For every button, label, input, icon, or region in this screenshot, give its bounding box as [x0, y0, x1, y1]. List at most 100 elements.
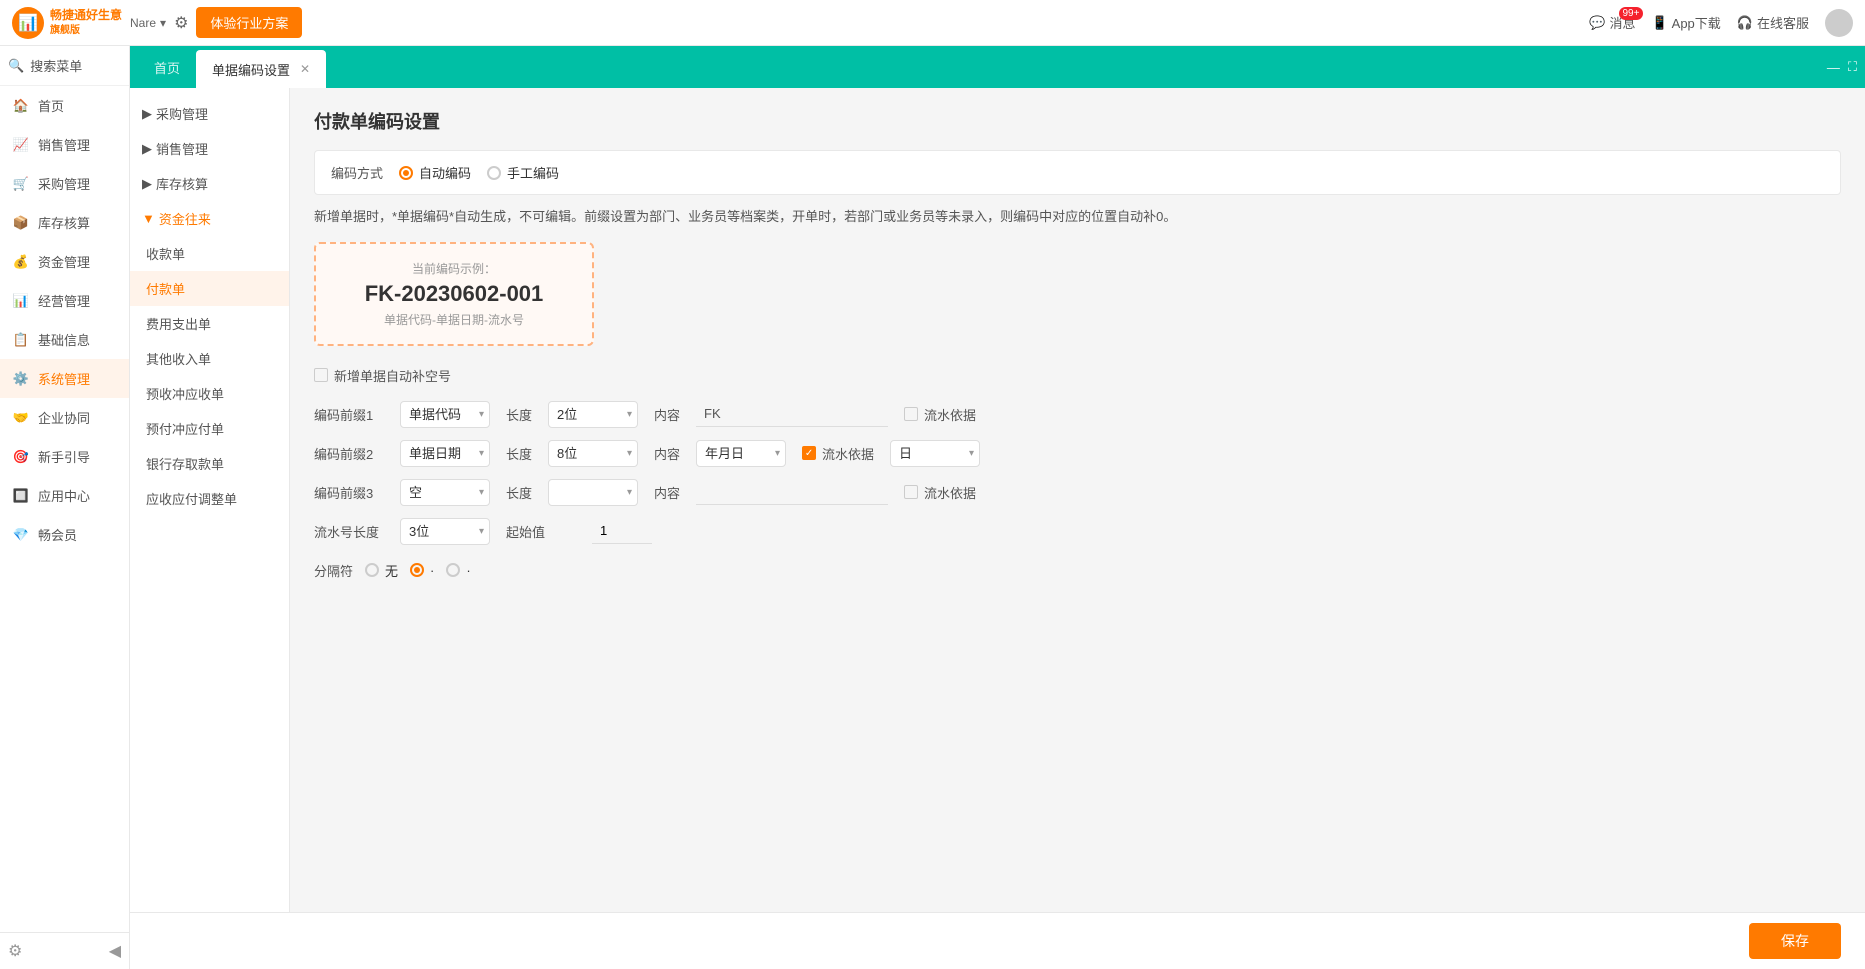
form-section: 编码前缀1 单据代码 ▾ 长度 2位 ▾: [314, 401, 1841, 580]
prefix-select-input-2[interactable]: 单据日期: [400, 440, 490, 467]
sidebar-bottom: ⚙ ◀: [0, 932, 129, 969]
submenu-item-receipt[interactable]: 收款单: [130, 236, 289, 271]
length-select-2[interactable]: 8位 ▾: [548, 440, 638, 467]
online-service-button[interactable]: 🎧 在线客服: [1737, 13, 1809, 32]
submenu-item-prepay-pay[interactable]: 预付冲应付单: [130, 411, 289, 446]
basic-icon: 📋: [12, 331, 30, 349]
submenu-group-inventory[interactable]: ▶ 库存核算: [130, 166, 289, 201]
start-value-input[interactable]: [592, 518, 652, 544]
prefix-select-2[interactable]: 单据日期 ▾: [400, 440, 490, 467]
submenu-item-ap-adjust[interactable]: 应收应付调整单: [130, 481, 289, 516]
trial-button[interactable]: 体验行业方案: [196, 7, 302, 38]
prefix-select-input-3[interactable]: 空: [400, 479, 490, 506]
stream-cb-2: ✓ 流水依据: [802, 444, 874, 463]
submenu-group-sales[interactable]: ▶ 销售管理: [130, 131, 289, 166]
length-select-3[interactable]: ▾: [548, 479, 638, 506]
app-download-button[interactable]: 📱 App下载: [1651, 13, 1720, 32]
home-icon: 🏠: [12, 97, 30, 115]
separator-dash-radio[interactable]: ·: [410, 563, 434, 578]
length-select-input-2[interactable]: 8位: [548, 440, 638, 467]
sidebar-item-enterprise[interactable]: 🤝 企业协同: [0, 398, 129, 437]
sidebar-item-operations[interactable]: 📊 经营管理: [0, 281, 129, 320]
stream-period-input[interactable]: 日 月 年: [890, 440, 980, 467]
content-label-1: 内容: [654, 405, 680, 424]
submenu-item-expense[interactable]: 费用支出单: [130, 306, 289, 341]
sidebar-item-home[interactable]: 🏠 首页: [0, 86, 129, 125]
submenu-item-income[interactable]: 其他收入单: [130, 341, 289, 376]
separator-dot-radio[interactable]: ·: [446, 563, 470, 578]
sidebar-item-system[interactable]: ⚙️ 系统管理: [0, 359, 129, 398]
stream-checkbox-1[interactable]: [904, 407, 918, 421]
messages-badge: 99+: [1619, 7, 1644, 20]
sidebar-item-appstore[interactable]: 🔲 应用中心: [0, 476, 129, 515]
top-header: 📊 畅捷通好生意 旗舰版 Nare ▾ ⚙ 体验行业方案 💬 消息 99+ 📱 …: [0, 0, 1865, 46]
stream-period-select[interactable]: 日 月 年 ▾: [890, 440, 980, 467]
chevron-down-icon-2: ▼: [142, 211, 155, 226]
stream-checkbox-3[interactable]: [904, 485, 918, 499]
prefix-select-input-1[interactable]: 单据代码: [400, 401, 490, 428]
prefix-select-1[interactable]: 单据代码 ▾: [400, 401, 490, 428]
auto-encode-circle: [399, 166, 413, 180]
search-icon: 🔍: [8, 58, 24, 74]
settings-bottom-icon[interactable]: ⚙: [8, 941, 22, 961]
user-avatar[interactable]: [1825, 9, 1853, 37]
submenu-group-finance[interactable]: ▼ 资金往来: [130, 201, 289, 236]
length-select-1[interactable]: 2位 ▾: [548, 401, 638, 428]
prefix-select-3[interactable]: 空 ▾: [400, 479, 490, 506]
sidebar-item-finance[interactable]: 💰 资金管理: [0, 242, 129, 281]
sub-sidebar: ▶ 采购管理 ▶ 销售管理 ▶ 库存核算 ▼ 资金往来 收款单: [130, 88, 290, 912]
serial-length-input[interactable]: 3位 4位 5位: [400, 518, 490, 545]
collapse-icon[interactable]: ◀: [109, 941, 121, 961]
serial-length-select[interactable]: 3位 4位 5位 ▾: [400, 518, 490, 545]
prefix-row-2: 编码前缀2 单据日期 ▾ 长度 8位 ▾: [314, 440, 1841, 467]
manual-encode-radio[interactable]: 手工编码: [487, 163, 559, 182]
maximize-icon[interactable]: ⛶: [1848, 59, 1857, 75]
length-select-input-1[interactable]: 2位: [548, 401, 638, 428]
sidebar-item-sales[interactable]: 📈 销售管理: [0, 125, 129, 164]
auto-encode-radio[interactable]: 自动编码: [399, 163, 471, 182]
manual-encode-circle: [487, 166, 501, 180]
content-label-2: 内容: [654, 444, 680, 463]
submenu-item-bank[interactable]: 银行存取款单: [130, 446, 289, 481]
messages-button[interactable]: 💬 消息 99+: [1589, 13, 1635, 32]
tab-close-icon[interactable]: ✕: [300, 62, 310, 76]
content-select-input-2[interactable]: 年月日: [696, 440, 786, 467]
system-icon: ⚙️: [12, 370, 30, 388]
separator-none-radio[interactable]: 无: [365, 561, 398, 580]
sidebar-nav: 🏠 首页 📈 销售管理 🛒 采购管理 📦 库存核算 💰 资金管理 📊 经: [0, 86, 129, 932]
submenu-item-prepay-receive[interactable]: 预收冲应收单: [130, 376, 289, 411]
sidebar-item-inventory[interactable]: 📦 库存核算: [0, 203, 129, 242]
prefix-label-3: 编码前缀3: [314, 483, 384, 502]
message-icon: 💬: [1589, 15, 1605, 31]
sidebar-item-purchase[interactable]: 🛒 采购管理: [0, 164, 129, 203]
sidebar-item-vip[interactable]: 💎 畅会员: [0, 515, 129, 554]
sep-dot-circle: [446, 563, 460, 577]
search-menu-button[interactable]: 🔍 搜索菜单: [0, 46, 129, 86]
sidebar-item-guide[interactable]: 🎯 新手引导: [0, 437, 129, 476]
submenu-group-purchase[interactable]: ▶ 采购管理: [130, 96, 289, 131]
minimize-icon[interactable]: —: [1827, 60, 1840, 75]
stream-checkbox-2[interactable]: ✓: [802, 446, 816, 460]
info-text: 新增单据时，*单据编码*自动生成，不可编辑。前缀设置为部门、业务员等档案类，开单…: [314, 207, 1841, 228]
settings-icon[interactable]: ⚙: [174, 13, 188, 33]
content-input-1: [696, 401, 888, 427]
tab-home[interactable]: 首页: [138, 46, 196, 88]
tab-bar-right: — ⛶: [1827, 59, 1857, 75]
content-input-3: [696, 479, 888, 505]
separator-row: 分隔符 无 ·: [314, 561, 1841, 580]
stream-label-1: 流水依据: [924, 405, 976, 424]
encoding-radio-group: 自动编码 手工编码: [399, 163, 559, 182]
company-dropdown[interactable]: Nare ▾: [130, 16, 166, 30]
tab-encoding[interactable]: 单据编码设置 ✕: [196, 50, 326, 88]
submenu-item-payment[interactable]: 付款单: [130, 271, 289, 306]
length-select-input-3[interactable]: [548, 479, 638, 506]
sales-icon: 📈: [12, 136, 30, 154]
stream-label-2: 流水依据: [822, 444, 874, 463]
sidebar-item-basic[interactable]: 📋 基础信息: [0, 320, 129, 359]
inventory-icon: 📦: [12, 214, 30, 232]
save-button[interactable]: 保存: [1749, 923, 1841, 959]
auto-fill-checkbox[interactable]: [314, 368, 328, 382]
content-select-2[interactable]: 年月日 ▾: [696, 440, 786, 467]
header-right: 💬 消息 99+ 📱 App下载 🎧 在线客服: [1589, 9, 1853, 37]
sep-dash-circle: [410, 563, 424, 577]
